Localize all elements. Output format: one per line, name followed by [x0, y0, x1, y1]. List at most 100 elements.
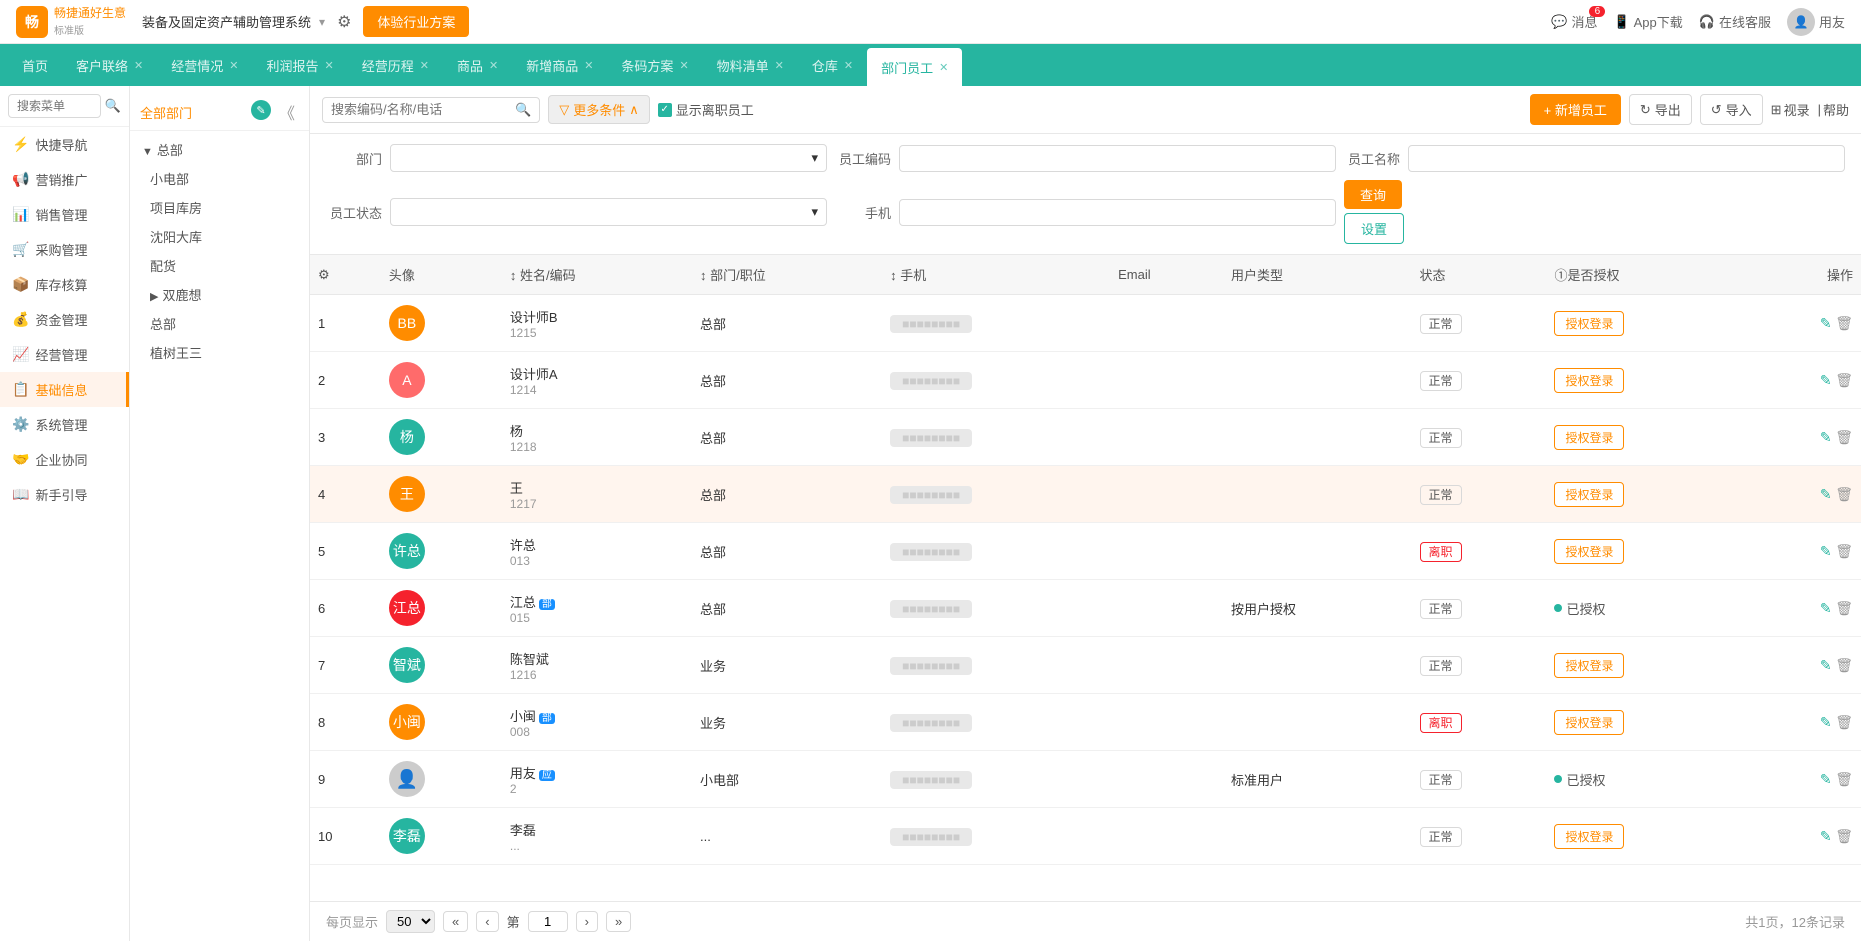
help-button[interactable]: | 帮助: [1818, 100, 1849, 119]
close-icon[interactable]: ✕: [420, 59, 429, 72]
user-menu[interactable]: 👤 用友: [1787, 8, 1845, 36]
close-icon[interactable]: ✕: [939, 61, 948, 74]
app-download-button[interactable]: 📱 App下载: [1613, 12, 1682, 31]
dept-add-icon[interactable]: ✎: [251, 100, 271, 120]
dept-item-project[interactable]: 项目库房: [130, 193, 309, 222]
sidebar-item-inventory[interactable]: 📦 库存核算: [0, 267, 129, 302]
delete-button[interactable]: 🗑: [1835, 486, 1853, 502]
query-button[interactable]: 查询: [1344, 180, 1402, 209]
close-icon[interactable]: ✕: [775, 59, 784, 72]
tab-department-staff[interactable]: 部门员工 ✕: [867, 48, 962, 86]
system-dropdown-icon[interactable]: ▾: [319, 15, 325, 29]
dept-collapse-icon[interactable]: 《: [275, 100, 299, 124]
set-button[interactable]: 设置: [1344, 213, 1404, 244]
last-page-button[interactable]: »: [606, 911, 631, 932]
delete-button[interactable]: 🗑: [1835, 657, 1853, 673]
page-input[interactable]: [528, 911, 568, 932]
settings-icon[interactable]: ⚙: [333, 8, 355, 36]
tab-bom[interactable]: 物料清单 ✕: [703, 44, 798, 86]
import-button[interactable]: ↺ 导入: [1700, 94, 1763, 125]
trial-button[interactable]: 体验行业方案: [363, 6, 469, 37]
edit-button[interactable]: ✎: [1820, 600, 1832, 616]
name-filter-input[interactable]: [1408, 145, 1845, 172]
tab-barcode[interactable]: 条码方案 ✕: [607, 44, 702, 86]
close-icon[interactable]: ✕: [489, 59, 498, 72]
close-icon[interactable]: ✕: [325, 59, 334, 72]
close-icon[interactable]: ✕: [229, 59, 238, 72]
more-filter-button[interactable]: ▽ 更多条件 ∧: [548, 95, 650, 124]
code-filter-input[interactable]: [899, 145, 1336, 172]
dept-item-planting[interactable]: 植树王三: [130, 338, 309, 367]
col-dept[interactable]: ↕ 部门/职位: [692, 255, 882, 295]
authorize-button[interactable]: 授权登录: [1554, 653, 1624, 678]
delete-button[interactable]: 🗑: [1835, 714, 1853, 730]
sidebar-item-management[interactable]: 📈 经营管理: [0, 337, 129, 372]
tab-warehouse[interactable]: 仓库 ✕: [798, 44, 867, 86]
authorize-button[interactable]: 授权登录: [1554, 368, 1624, 393]
col-settings[interactable]: ⚙: [310, 255, 381, 295]
authorize-button[interactable]: 授权登录: [1554, 824, 1624, 849]
delete-button[interactable]: 🗑: [1835, 315, 1853, 331]
authorize-button[interactable]: 授权登录: [1554, 425, 1624, 450]
edit-button[interactable]: ✎: [1820, 315, 1832, 331]
delete-button[interactable]: 🗑: [1835, 600, 1853, 616]
export-button[interactable]: ↻ 导出: [1629, 94, 1692, 125]
edit-button[interactable]: ✎: [1820, 543, 1832, 559]
edit-button[interactable]: ✎: [1820, 828, 1832, 844]
close-icon[interactable]: ✕: [679, 59, 688, 72]
status-filter-select[interactable]: ▾: [390, 198, 827, 226]
tab-customer[interactable]: 客户联络 ✕: [62, 44, 157, 86]
authorize-button[interactable]: 授权登录: [1554, 710, 1624, 735]
delete-button[interactable]: 🗑: [1835, 771, 1853, 787]
dept-item-shenyang[interactable]: 沈阳大库: [130, 222, 309, 251]
search-input[interactable]: [331, 102, 511, 117]
sidebar-search-input[interactable]: [8, 94, 101, 118]
authorize-button[interactable]: 授权登录: [1554, 311, 1624, 336]
next-page-button[interactable]: ›: [576, 911, 598, 932]
sidebar-item-guide[interactable]: 📖 新手引导: [0, 477, 129, 512]
tab-profit[interactable]: 利润报告 ✕: [252, 44, 347, 86]
sidebar-item-system[interactable]: ⚙️ 系统管理: [0, 407, 129, 442]
phone-filter-input[interactable]: [899, 199, 1336, 226]
dept-item-distribution[interactable]: 配货: [130, 251, 309, 280]
tab-new-goods[interactable]: 新增商品 ✕: [512, 44, 607, 86]
sidebar-item-quicknav[interactable]: ⚡ 快捷导航: [0, 127, 129, 162]
edit-button[interactable]: ✎: [1820, 657, 1832, 673]
show-former-toggle[interactable]: ✓ 显示离职员工: [658, 100, 754, 119]
dept-item-head[interactable]: 总部: [130, 309, 309, 338]
view-button[interactable]: ⊞ 视录: [1771, 100, 1810, 119]
prev-page-button[interactable]: ‹: [476, 911, 498, 932]
delete-button[interactable]: 🗑: [1835, 828, 1853, 844]
edit-button[interactable]: ✎: [1820, 771, 1832, 787]
edit-button[interactable]: ✎: [1820, 486, 1832, 502]
per-page-select[interactable]: 50: [386, 910, 435, 933]
dept-item-xiaodian[interactable]: 小电部: [130, 164, 309, 193]
sidebar-item-marketing[interactable]: 📢 营销推广: [0, 162, 129, 197]
first-page-button[interactable]: «: [443, 911, 468, 932]
edit-button[interactable]: ✎: [1820, 372, 1832, 388]
close-icon[interactable]: ✕: [844, 59, 853, 72]
tab-home[interactable]: 首页: [8, 44, 62, 86]
online-service-button[interactable]: 🎧 在线客服: [1699, 12, 1771, 31]
add-employee-button[interactable]: + 新增员工: [1530, 94, 1621, 125]
edit-button[interactable]: ✎: [1820, 714, 1832, 730]
tab-history[interactable]: 经营历程 ✕: [348, 44, 443, 86]
dept-filter-select[interactable]: ▾: [390, 144, 827, 172]
tab-goods[interactable]: 商品 ✕: [443, 44, 512, 86]
sidebar-item-collab[interactable]: 🤝 企业协同: [0, 442, 129, 477]
dept-item-headquarters[interactable]: ▼总部: [130, 135, 309, 164]
authorize-button[interactable]: 授权登录: [1554, 482, 1624, 507]
close-icon[interactable]: ✕: [134, 59, 143, 72]
delete-button[interactable]: 🗑: [1835, 543, 1853, 559]
edit-button[interactable]: ✎: [1820, 429, 1832, 445]
tab-operations[interactable]: 经营情况 ✕: [157, 44, 252, 86]
delete-button[interactable]: 🗑: [1835, 372, 1853, 388]
sidebar-item-basic[interactable]: 📋 基础信息: [0, 372, 129, 407]
col-phone[interactable]: ↕ 手机: [882, 255, 1110, 295]
dept-item-shuanglu[interactable]: ▶双鹿想: [130, 280, 309, 309]
close-icon[interactable]: ✕: [584, 59, 593, 72]
authorize-button[interactable]: 授权登录: [1554, 539, 1624, 564]
sidebar-item-purchase[interactable]: 🛒 采购管理: [0, 232, 129, 267]
delete-button[interactable]: 🗑: [1835, 429, 1853, 445]
col-name[interactable]: ↕ 姓名/编码: [502, 255, 692, 295]
